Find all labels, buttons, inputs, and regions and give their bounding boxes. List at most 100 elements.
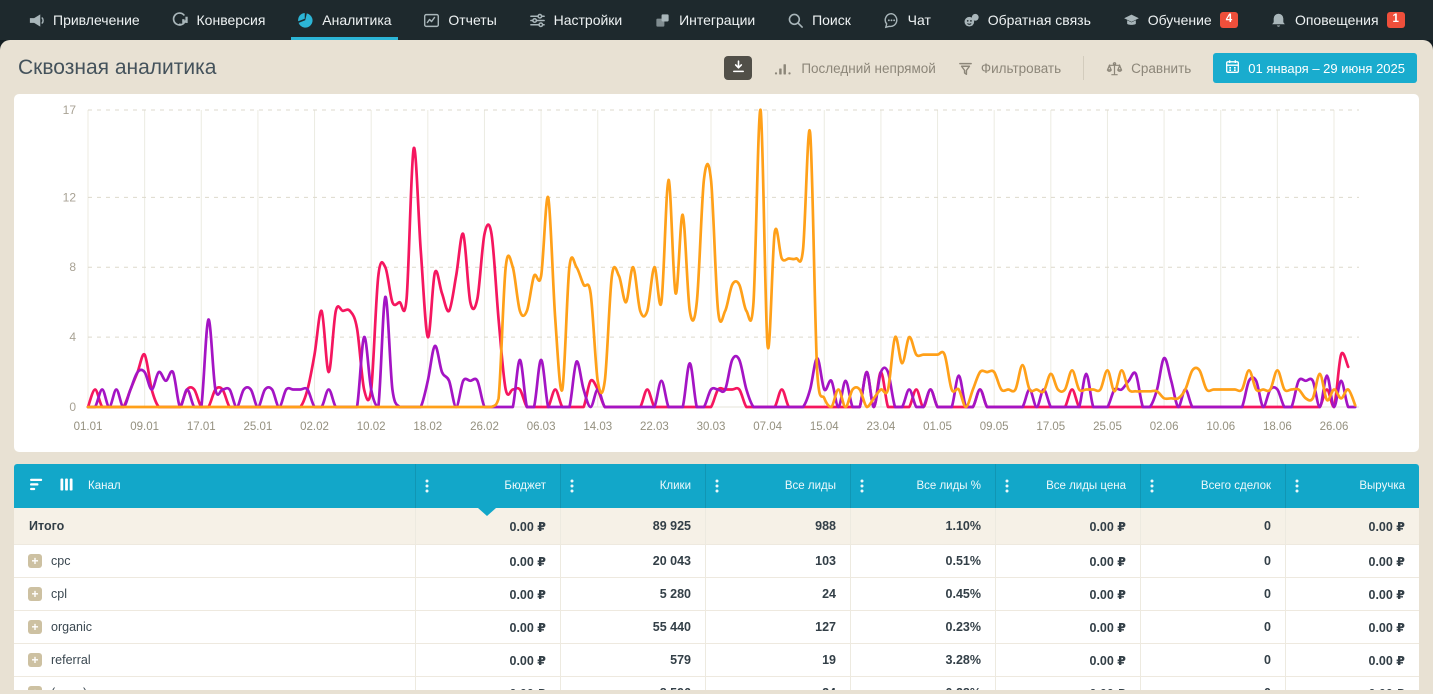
education-icon bbox=[1123, 12, 1140, 29]
value-cell: 0 bbox=[1140, 508, 1285, 544]
kebab-menu-icon[interactable] bbox=[1150, 479, 1154, 493]
channel-cell: Итого bbox=[14, 508, 415, 544]
column-label: Всего сделок bbox=[1201, 480, 1271, 492]
channel-label: cpc bbox=[51, 554, 70, 568]
chart-svg: 01.0109.0117.0125.0102.0210.0218.0226.02… bbox=[14, 94, 1419, 452]
nav-item-11[interactable]: Оповещения1 bbox=[1264, 0, 1411, 40]
table-row-5[interactable]: +(none)0.00 ₽8 596240.28%0.00 ₽00.00 ₽ bbox=[14, 676, 1419, 690]
compare-label: Сравнить bbox=[1131, 61, 1191, 76]
channel-cell: +(none) bbox=[14, 677, 415, 690]
table-header-col-1[interactable]: Бюджет bbox=[415, 464, 560, 508]
nav-item-6[interactable]: Интеграции bbox=[648, 0, 761, 40]
value-cell: 0.00 ₽ bbox=[1285, 508, 1419, 544]
value-cell: 127 bbox=[705, 611, 850, 643]
nav-item-8[interactable]: Чат bbox=[877, 0, 937, 40]
expand-plus-icon[interactable]: + bbox=[28, 554, 42, 568]
calendar-icon bbox=[1225, 59, 1240, 77]
value-cell: 0.00 ₽ bbox=[995, 611, 1140, 643]
table-header-channel[interactable]: Канал bbox=[14, 464, 415, 508]
value-cell: 0.00 ₽ bbox=[415, 545, 560, 577]
expand-plus-icon[interactable]: + bbox=[28, 653, 42, 667]
nav-item-label: Обучение bbox=[1148, 12, 1212, 28]
value-cell: 988 bbox=[705, 508, 850, 544]
nav-item-9[interactable]: Обратная связь bbox=[957, 0, 1097, 40]
nav-item-4[interactable]: Отчеты bbox=[417, 0, 502, 40]
value-cell: 24 bbox=[705, 677, 850, 690]
value-cell: 8 596 bbox=[560, 677, 705, 690]
table-row-3[interactable]: +organic0.00 ₽55 4401270.23%0.00 ₽00.00 … bbox=[14, 610, 1419, 643]
channel-cell: +referral bbox=[14, 644, 415, 676]
toolbar: Последний непрямой Фильтровать Сравнить … bbox=[724, 53, 1417, 83]
attribution-model-label: Последний непрямой bbox=[801, 61, 936, 76]
filter-button[interactable]: Фильтровать bbox=[958, 61, 1061, 76]
date-range-button[interactable]: 01 января – 29 июня 2025 bbox=[1213, 53, 1417, 83]
value-cell: 55 440 bbox=[560, 611, 705, 643]
nav-item-5[interactable]: Настройки bbox=[523, 0, 629, 40]
sort-rows-icon[interactable] bbox=[30, 478, 45, 494]
attribution-model-button[interactable]: Последний непрямой bbox=[774, 61, 936, 76]
value-cell: 1.10% bbox=[850, 508, 995, 544]
x-tick-label: 17.01 bbox=[187, 421, 216, 433]
column-label: Все лиды цена bbox=[1046, 480, 1126, 492]
value-cell: 0.00 ₽ bbox=[1285, 545, 1419, 577]
compare-button[interactable]: Сравнить bbox=[1106, 61, 1191, 76]
x-tick-label: 18.06 bbox=[1263, 421, 1292, 433]
kebab-menu-icon[interactable] bbox=[715, 479, 719, 493]
table-row-4[interactable]: +referral0.00 ₽579193.28%0.00 ₽00.00 ₽ bbox=[14, 643, 1419, 676]
kebab-menu-icon[interactable] bbox=[1295, 479, 1299, 493]
channel-cell: + organic bbox=[14, 611, 415, 643]
table-total-row[interactable]: Итого0.00 ₽89 9259881.10%0.00 ₽00.00 ₽ bbox=[14, 508, 1419, 544]
nav-item-7[interactable]: Поиск bbox=[781, 0, 857, 40]
channel-label: organic bbox=[51, 620, 92, 634]
value-cell: 0.00 ₽ bbox=[995, 545, 1140, 577]
expand-plus-icon[interactable]: + bbox=[28, 620, 42, 634]
table-header-col-5[interactable]: Все лиды цена bbox=[995, 464, 1140, 508]
columns-icon[interactable] bbox=[60, 478, 73, 494]
top-navigation: Привлечение Конверсия Аналитика Отчеты Настр… bbox=[0, 0, 1433, 40]
feedback-icon bbox=[963, 12, 980, 29]
value-cell: 0.51% bbox=[850, 545, 995, 577]
expand-plus-icon[interactable]: + bbox=[28, 587, 42, 601]
value-cell: 0.00 ₽ bbox=[415, 677, 560, 690]
table-header-col-2[interactable]: Клики bbox=[560, 464, 705, 508]
nav-item-label: Интеграции bbox=[679, 12, 755, 28]
value-cell: 0.23% bbox=[850, 611, 995, 643]
nav-item-1[interactable]: Привлечение bbox=[22, 0, 146, 40]
bell-icon bbox=[1270, 12, 1287, 29]
search-icon bbox=[787, 12, 804, 29]
chart-plot-area: 01.0109.0117.0125.0102.0210.0218.0226.02… bbox=[14, 94, 1419, 452]
channels-table: Канал Бюджет КликиВсе лиды Все лиды % Все ли… bbox=[14, 464, 1419, 690]
kebab-menu-icon[interactable] bbox=[1005, 479, 1009, 493]
value-cell: 0.00 ₽ bbox=[1285, 611, 1419, 643]
value-cell: 0.00 ₽ bbox=[415, 611, 560, 643]
export-button[interactable] bbox=[724, 56, 752, 80]
x-tick-label: 15.04 bbox=[810, 421, 839, 433]
table-header-col-7[interactable]: Выручка bbox=[1285, 464, 1419, 508]
table-header-col-3[interactable]: Все лиды bbox=[705, 464, 850, 508]
series-purple-line bbox=[88, 297, 1355, 407]
nav-item-label: Аналитика bbox=[322, 12, 391, 28]
value-cell: 24 bbox=[705, 578, 850, 610]
x-tick-label: 14.03 bbox=[583, 421, 612, 433]
value-cell: 20 043 bbox=[560, 545, 705, 577]
value-cell: 579 bbox=[560, 644, 705, 676]
x-tick-label: 01.01 bbox=[74, 421, 103, 433]
expand-plus-icon[interactable]: + bbox=[28, 686, 42, 690]
value-cell: 0.28% bbox=[850, 677, 995, 690]
table-row-2[interactable]: +cpl0.00 ₽5 280240.45%0.00 ₽00.00 ₽ bbox=[14, 577, 1419, 610]
value-cell: 19 bbox=[705, 644, 850, 676]
table-header-col-4[interactable]: Все лиды % bbox=[850, 464, 995, 508]
column-label: Бюджет bbox=[504, 480, 546, 492]
kebab-menu-icon[interactable] bbox=[860, 479, 864, 493]
value-cell: 0.00 ₽ bbox=[995, 677, 1140, 690]
nav-item-3[interactable]: Аналитика bbox=[291, 0, 397, 40]
nav-item-10[interactable]: Обучение4 bbox=[1117, 0, 1244, 40]
nav-item-2[interactable]: Конверсия bbox=[166, 0, 272, 40]
column-label: Все лиды % bbox=[916, 480, 981, 492]
table-header-col-6[interactable]: Всего сделок bbox=[1140, 464, 1285, 508]
kebab-menu-icon[interactable] bbox=[425, 479, 429, 493]
table-row-1[interactable]: +cpc0.00 ₽20 0431030.51%0.00 ₽00.00 ₽ bbox=[14, 544, 1419, 577]
x-tick-label: 10.06 bbox=[1206, 421, 1235, 433]
kebab-menu-icon[interactable] bbox=[570, 479, 574, 493]
megaphone-icon bbox=[28, 12, 45, 29]
